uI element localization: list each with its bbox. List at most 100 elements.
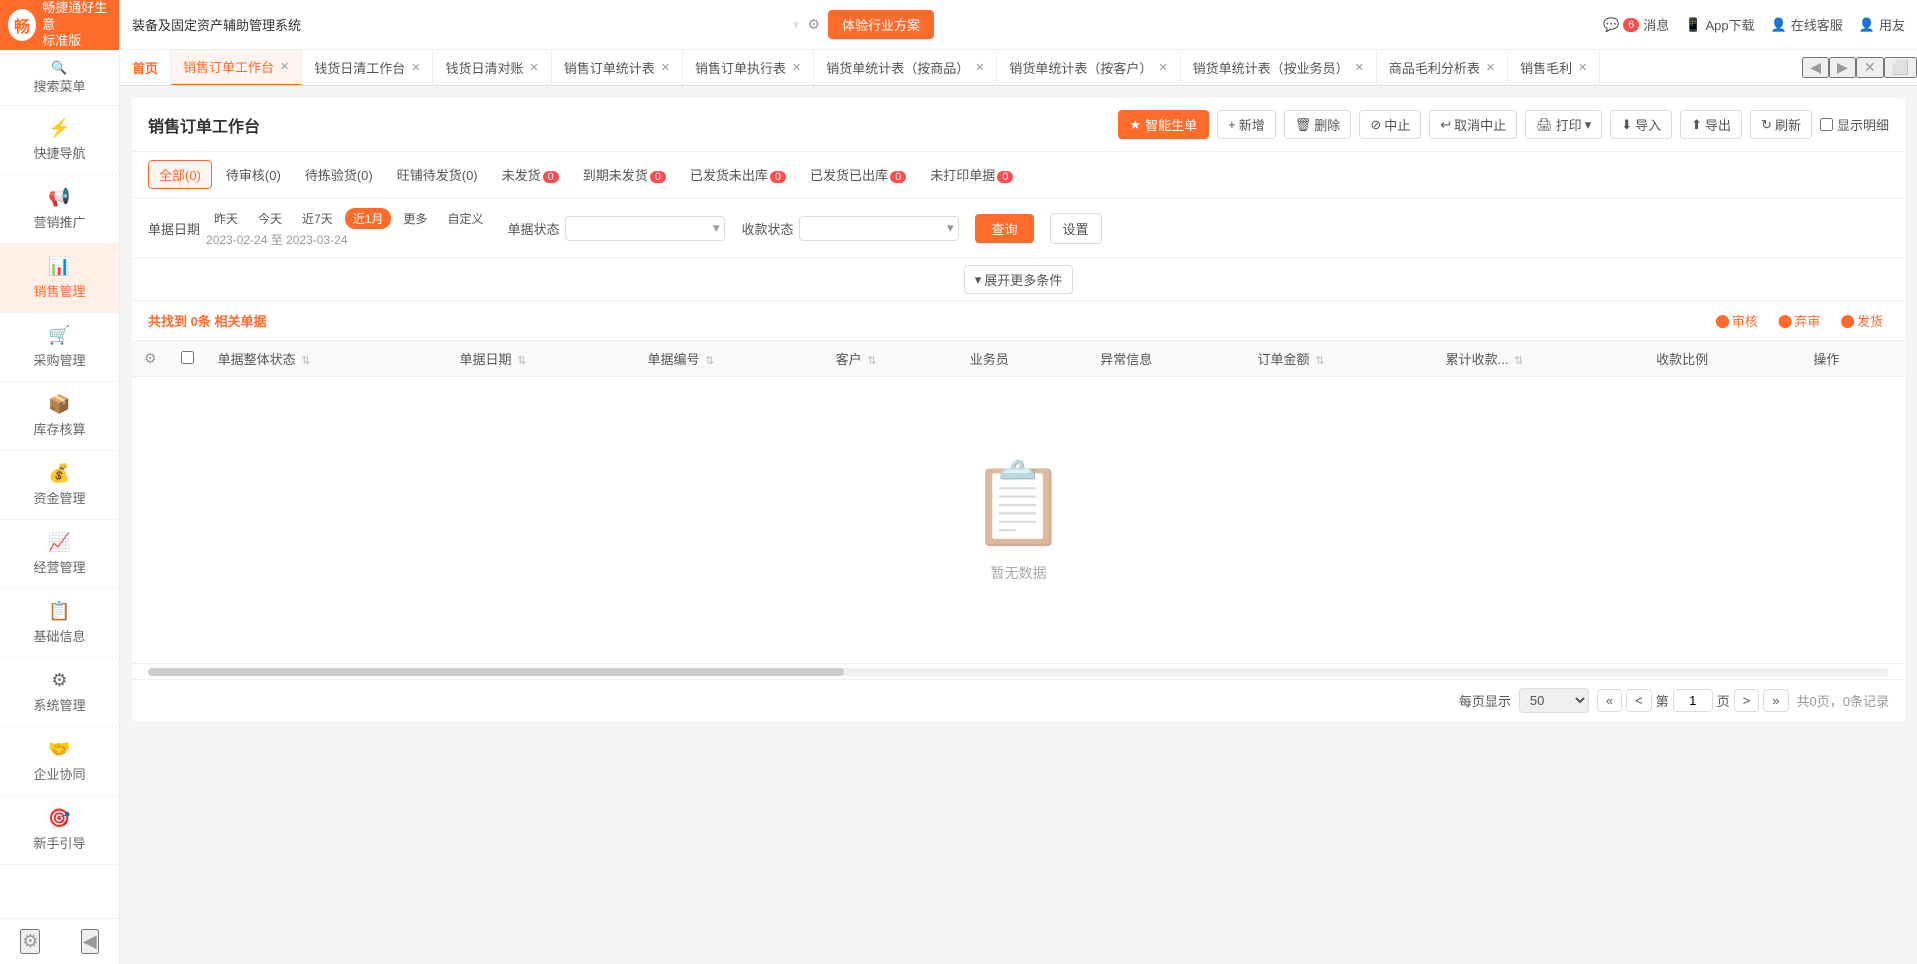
tab-close-sales-workbench[interactable]: ✕ [280,60,289,73]
message-action[interactable]: 💬 6 消息 [1603,15,1669,34]
system-icon: ⚙ [51,670,67,691]
tab-close-cash-reconcile[interactable]: ✕ [530,61,539,74]
tab-close-sales-stats-staff[interactable]: ✕ [1355,61,1364,74]
set-button[interactable]: 设置 [1050,213,1102,244]
filter-tab-pending-review[interactable]: 待审核(0) [216,161,291,188]
stop-btn[interactable]: ⊘中止 [1359,110,1421,139]
tab-home[interactable]: 首页 [120,50,171,86]
tab-close-gross-margin[interactable]: ✕ [1486,61,1495,74]
topbar-settings-btn[interactable]: ⚙ [807,16,820,33]
data-table: ⚙ 单据整体状态 ⇅ 单据日期 ⇅ [132,341,1905,377]
import-btn[interactable]: ⬇导入 [1610,110,1672,139]
print-icon: 🖨 [1536,117,1553,133]
sidebar-item-inventory[interactable]: 📦库存核算 [0,382,119,451]
tab-close-all-btn[interactable]: ✕ [1856,57,1884,78]
tab-next-btn[interactable]: ▶ [1829,57,1856,78]
tab-sales-stats-product[interactable]: 销货单统计表（按商品）✕ [814,50,997,86]
purchase-icon: 🛒 [48,325,70,346]
count-badge: 0 [770,171,786,183]
filter-tab-pending-inspect[interactable]: 待拣验货(0) [295,161,383,188]
filter-tab-shipped-not-out[interactable]: 已发货未出库0 [680,161,796,188]
finance-icon: 💰 [48,463,70,484]
tab-close-sales-profit[interactable]: ✕ [1578,61,1587,74]
per-page-select[interactable]: 50 10 20 100 [1519,688,1589,713]
reject-table-btn[interactable]: ⬤弃审 [1772,309,1827,332]
tab-cash-reconcile[interactable]: 钱货日清对账 ✕ [433,50,551,86]
ship-table-btn[interactable]: ⬤发货 [1834,309,1889,332]
date-option-更多[interactable]: 更多 [395,208,435,229]
cancel-stop-btn[interactable]: ↩取消中止 [1429,110,1517,139]
smart-gen-btn[interactable]: ★智能生单 [1118,110,1210,139]
sidebar-item-enterprise[interactable]: 🤝企业协同 [0,727,119,796]
sidebar-item-base-info[interactable]: 📋基础信息 [0,589,119,658]
review-table-btn[interactable]: ⬤审核 [1709,309,1764,332]
sidebar-item-purchase[interactable]: 🛒采购管理 [0,313,119,382]
online-service-icon: 👤 [1771,17,1787,33]
tab-sales-stats-staff[interactable]: 销货单统计表（按业务员）✕ [1181,50,1377,86]
date-option-近7天[interactable]: 近7天 [294,208,341,229]
tab-close-sales-exec-table[interactable]: ✕ [792,61,801,74]
sidebar-item-operations[interactable]: 📈经营管理 [0,520,119,589]
sidebar-item-label: 企业协同 [33,764,85,783]
tab-label: 钱货日清对账 [445,58,523,77]
industry-solution-btn[interactable]: 体验行业方案 [828,10,934,39]
add-btn[interactable]: +新增 [1217,110,1276,139]
tab-prev-btn[interactable]: ◀ [1802,57,1829,78]
tab-sales-stats-table[interactable]: 销售订单统计表✕ [552,50,683,86]
last-page-btn[interactable]: » [1763,689,1788,712]
date-option-自定义[interactable]: 自定义 [439,208,491,229]
user-menu[interactable]: 👤 用友 [1859,15,1905,34]
topbar-title: 装备及固定资产辅助管理系统 [132,15,785,34]
sidebar-search[interactable]: 🔍 搜索菜单 [0,50,119,106]
refresh-btn[interactable]: ↻刷新 [1750,110,1812,139]
date-option-近1月[interactable]: 近1月 [345,208,392,229]
expand-filter-btn[interactable]: ▾ 展开更多条件 [964,265,1074,294]
sidebar-item-system[interactable]: ⚙系统管理 [0,658,119,727]
filter-tab-not-shipped[interactable]: 未发货0 [492,161,569,188]
select-all-checkbox[interactable] [181,351,194,364]
tab-sales-exec-table[interactable]: 销售订单执行表✕ [683,50,814,86]
tab-gross-margin[interactable]: 商品毛利分析表✕ [1377,50,1508,86]
date-option-昨天[interactable]: 昨天 [206,208,246,229]
prev-page-btn[interactable]: < [1626,689,1652,712]
tab-close-sales-stats-customer[interactable]: ✕ [1158,61,1167,74]
print-btn[interactable]: 🖨打印▾ [1525,110,1602,139]
delete-icon: 🗑 [1295,117,1312,133]
online-service-action[interactable]: 👤 在线客服 [1771,15,1843,34]
sidebar-item-marketing[interactable]: 📢营销推广 [0,175,119,244]
tab-cash-daily[interactable]: 钱货日清工作台✕ [302,50,433,86]
filter-tab-all[interactable]: 全部(0) [148,160,212,189]
tab-sales-stats-customer[interactable]: 销货单统计表（按客户）✕ [997,50,1180,86]
tab-sales-workbench[interactable]: 销售订单工作台✕ [171,50,302,86]
tab-close-sales-stats-table[interactable]: ✕ [661,61,670,74]
filter-tab-overdue-not-shipped[interactable]: 到期未发货0 [573,161,676,188]
filter-tab-not-printed[interactable]: 未打印单据0 [920,161,1023,188]
query-button[interactable]: 查询 [975,214,1033,243]
tab-sales-profit[interactable]: 销售毛利✕ [1508,50,1600,86]
app-download-action[interactable]: 📱 App下载 [1685,15,1754,34]
sidebar-collapse-btn[interactable]: ◀ [81,929,99,954]
sidebar-item-quick-nav[interactable]: ⚡快捷导航 [0,106,119,175]
sidebar-item-guide[interactable]: 🎯新手引导 [0,796,119,865]
sidebar-item-finance[interactable]: 💰资金管理 [0,451,119,520]
page-input[interactable] [1673,689,1713,712]
table-settings-btn[interactable]: ⚙ [144,350,157,367]
scroll-bar[interactable] [132,663,1905,679]
filter-tab-wangpu-pending[interactable]: 旺铺待发货(0) [387,161,488,188]
date-option-今天[interactable]: 今天 [250,208,290,229]
tab-close-cash-daily[interactable]: ✕ [411,61,420,74]
show-detail-checkbox[interactable] [1820,118,1833,131]
tab-maximize-btn[interactable]: ⬜ [1884,57,1917,78]
main-content: 装备及固定资产辅助管理系统 ▾ ⚙ 体验行业方案 💬 6 消息 📱 App下载 … [120,0,1917,964]
next-page-btn[interactable]: > [1734,689,1760,712]
sidebar-item-sales[interactable]: 📊销售管理 [0,244,119,313]
first-page-btn[interactable]: « [1597,689,1622,712]
filter-tab-shipped-out[interactable]: 已发货已出库0 [800,161,916,188]
delete-btn[interactable]: 🗑删除 [1284,110,1352,139]
collect-select[interactable] [799,216,959,241]
status-select[interactable] [565,216,725,241]
sidebar-settings-btn[interactable]: ⚙ [20,929,40,954]
tab-close-sales-stats-product[interactable]: ✕ [975,61,984,74]
export-btn[interactable]: ⬆导出 [1680,110,1742,139]
show-detail-label[interactable]: 显示明细 [1820,115,1889,134]
